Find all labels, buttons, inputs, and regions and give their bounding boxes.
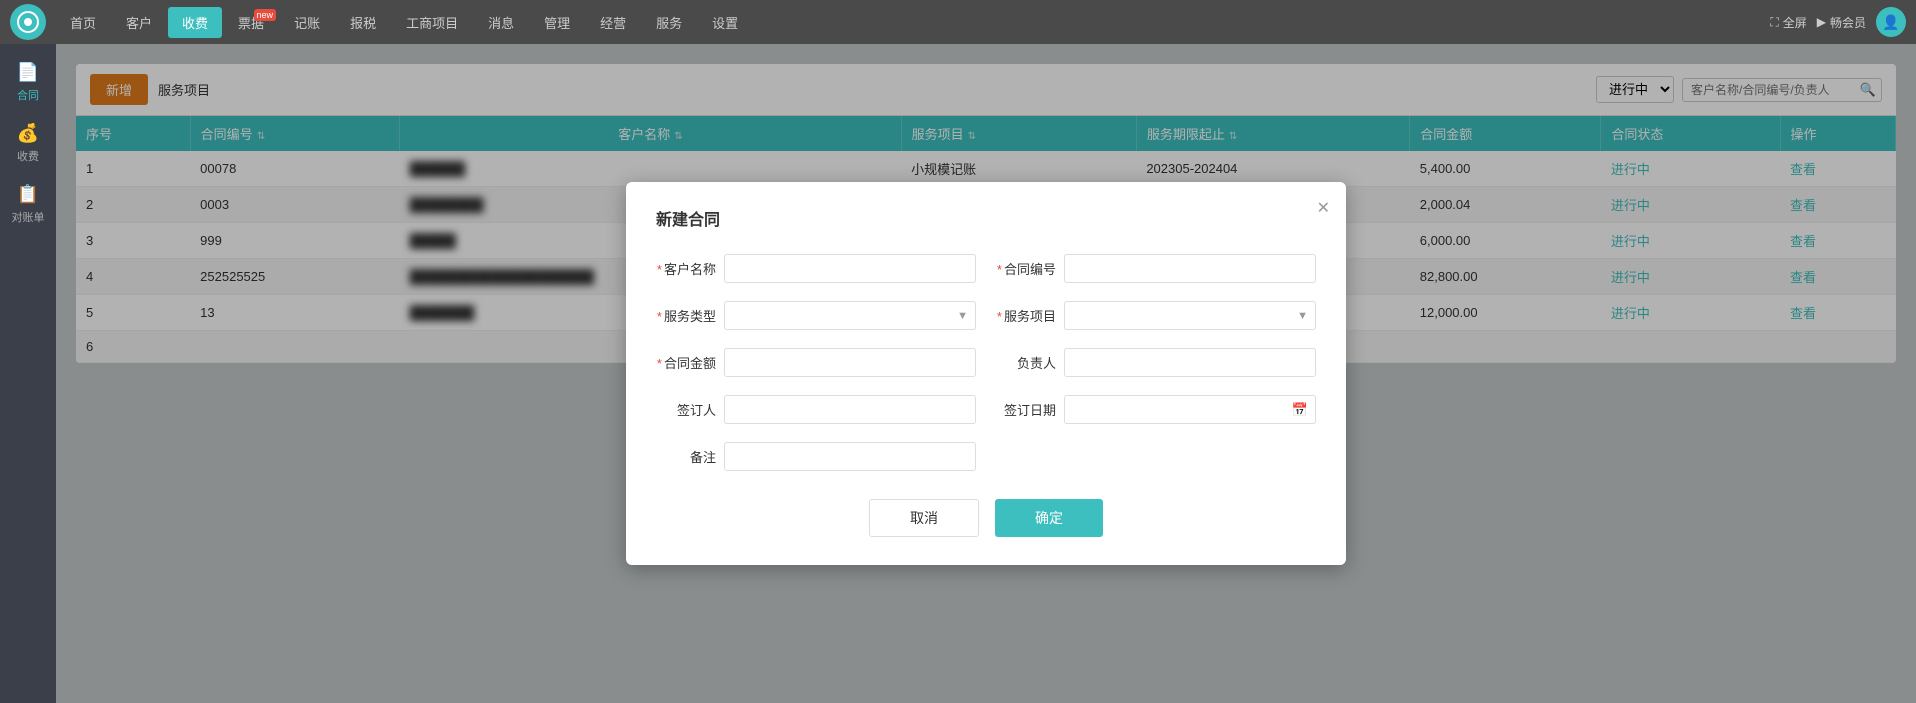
sidebar-item-contract[interactable]: 📄 合同 — [2, 54, 54, 111]
top-nav: 首页 客户 收费 票据 new 记账 报税 工商项目 消息 管理 经营 服务 设… — [0, 0, 1916, 44]
contract-no-label: *合同编号 — [996, 259, 1056, 278]
sign-date-wrapper: 2023-06-06 📅 — [1064, 395, 1316, 424]
form-row-2: *服务类型 ▼ *服务项目 — [656, 301, 1316, 330]
member-icon: ▶ — [1817, 15, 1826, 29]
nav-manage[interactable]: 管理 — [530, 7, 584, 38]
sidebar-label-contract: 合同 — [17, 87, 39, 103]
form-row-3: *合同金额 0.00 负责人 — [656, 348, 1316, 377]
service-item-select-wrapper: ▼ — [1064, 301, 1316, 330]
new-contract-modal: ✕ 新建合同 *客户名称 *合同编号 — [626, 182, 1346, 565]
form-row-1: *客户名称 *合同编号 — [656, 254, 1316, 283]
fullscreen-label: 全屏 — [1783, 14, 1807, 31]
nav-bookkeep[interactable]: 记账 — [280, 7, 334, 38]
service-type-select-wrapper: ▼ — [724, 301, 976, 330]
sidebar-label-reconcile: 对账单 — [12, 209, 45, 225]
cancel-button[interactable]: 取消 — [869, 499, 979, 537]
app-logo[interactable] — [10, 4, 46, 40]
amount-label: *合同金额 — [656, 353, 716, 372]
avatar[interactable]: 👤 — [1876, 7, 1906, 37]
nav-service[interactable]: 服务 — [642, 7, 696, 38]
form-group-sign-date: 签订日期 2023-06-06 📅 — [996, 395, 1316, 424]
contract-no-input[interactable] — [1064, 254, 1316, 283]
nav-tax[interactable]: 报税 — [336, 7, 390, 38]
form-group-service-item: *服务项目 ▼ — [996, 301, 1316, 330]
form-row-5: 备注 — [656, 442, 1316, 471]
contract-icon: 📄 — [17, 62, 39, 83]
remark-label: 备注 — [656, 447, 716, 466]
nav-settings[interactable]: 设置 — [698, 7, 752, 38]
fullscreen-button[interactable]: ⛶ 全屏 — [1770, 14, 1806, 31]
app-layout: 📄 合同 💰 收费 📋 对账单 新增 服务项目 进行中 已完成 已终止 — [0, 44, 1916, 703]
nav-message[interactable]: 消息 — [474, 7, 528, 38]
nav-billing[interactable]: 收费 — [168, 7, 222, 38]
signer-label: 签订人 — [656, 400, 716, 419]
form-group-amount: *合同金额 0.00 — [656, 348, 976, 377]
modal-footer: 取消 确定 — [656, 499, 1316, 537]
modal-overlay: ✕ 新建合同 *客户名称 *合同编号 — [56, 44, 1916, 703]
form-group-remark-spacer — [996, 442, 1316, 471]
reconcile-icon: 📋 — [17, 184, 39, 205]
sign-date-label: 签订日期 — [996, 400, 1056, 419]
nav-home[interactable]: 首页 — [56, 7, 110, 38]
member-label: 畅会员 — [1830, 14, 1866, 31]
nav-right: ⛶ 全屏 ▶ 畅会员 👤 — [1770, 7, 1906, 37]
service-type-select[interactable] — [724, 301, 976, 330]
confirm-button[interactable]: 确定 — [995, 499, 1103, 537]
nav-client[interactable]: 客户 — [112, 7, 166, 38]
main-content: 新增 服务项目 进行中 已完成 已终止 🔍 — [56, 44, 1916, 703]
member-button[interactable]: ▶ 畅会员 — [1817, 14, 1866, 31]
nav-operation[interactable]: 经营 — [586, 7, 640, 38]
signer-input[interactable] — [724, 395, 976, 424]
form-group-client-name: *客户名称 — [656, 254, 976, 283]
new-badge: new — [254, 9, 277, 21]
calendar-icon[interactable]: 📅 — [1292, 402, 1308, 418]
service-item-select[interactable] — [1064, 301, 1316, 330]
sidebar-item-reconcile[interactable]: 📋 对账单 — [2, 176, 54, 233]
client-name-input[interactable] — [724, 254, 976, 283]
nav-menu: 首页 客户 收费 票据 new 记账 报税 工商项目 消息 管理 经营 服务 设… — [56, 7, 1770, 38]
remark-input[interactable] — [724, 442, 976, 471]
form-group-signer: 签订人 — [656, 395, 976, 424]
sidebar-item-billing[interactable]: 💰 收费 — [2, 115, 54, 172]
sidebar: 📄 合同 💰 收费 📋 对账单 — [0, 44, 56, 703]
service-item-label: *服务项目 — [996, 306, 1056, 325]
sidebar-label-billing: 收费 — [17, 148, 39, 164]
fullscreen-icon: ⛶ — [1770, 15, 1778, 30]
sign-date-input[interactable]: 2023-06-06 — [1064, 395, 1316, 424]
client-name-label: *客户名称 — [656, 259, 716, 278]
form-group-remark: 备注 — [656, 442, 976, 471]
form-row-4: 签订人 签订日期 2023-06-06 📅 — [656, 395, 1316, 424]
nav-biz[interactable]: 工商项目 — [392, 7, 472, 38]
responsible-input[interactable] — [1064, 348, 1316, 377]
responsible-label: 负责人 — [996, 353, 1056, 372]
amount-input[interactable]: 0.00 — [724, 348, 976, 377]
nav-invoice[interactable]: 票据 new — [224, 7, 278, 38]
service-type-label: *服务类型 — [656, 306, 716, 325]
modal-title: 新建合同 — [656, 206, 1316, 230]
form-group-responsible: 负责人 — [996, 348, 1316, 377]
billing-icon: 💰 — [17, 123, 39, 144]
form-group-contract-no: *合同编号 — [996, 254, 1316, 283]
modal-close-button[interactable]: ✕ — [1317, 198, 1330, 218]
form-group-service-type: *服务类型 ▼ — [656, 301, 976, 330]
